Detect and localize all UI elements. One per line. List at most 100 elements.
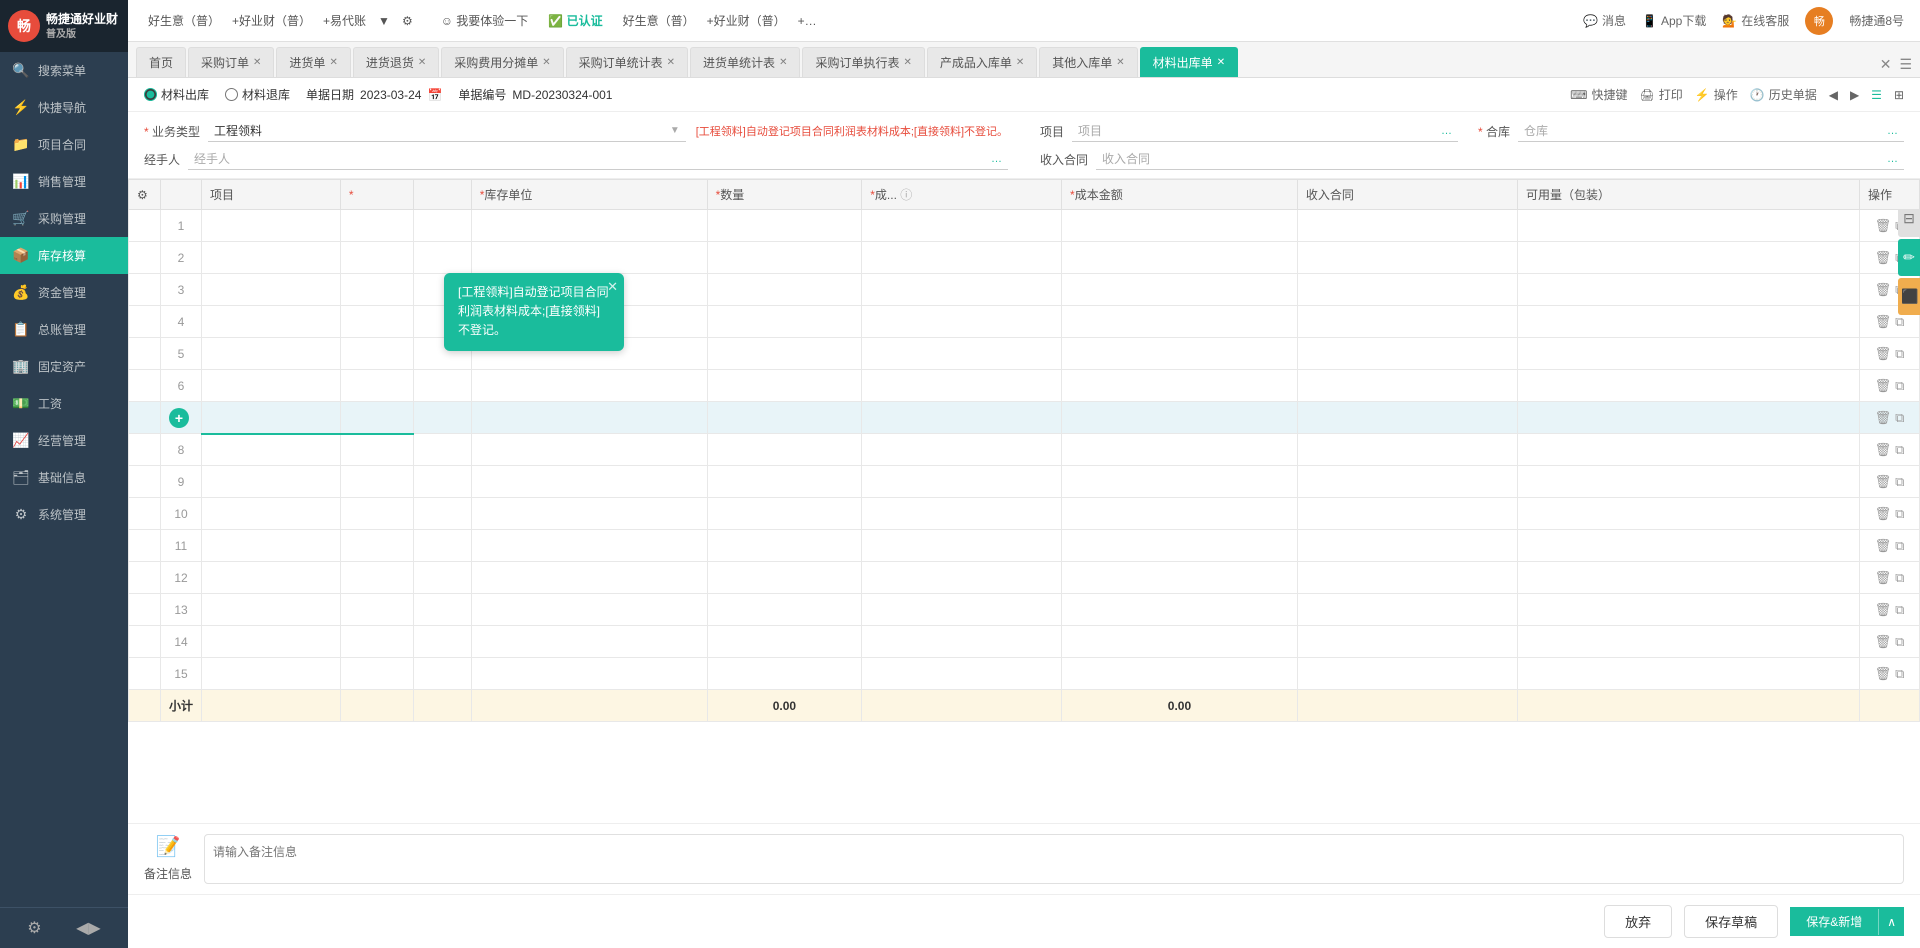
topbar-link2-haoshengyi[interactable]: 好生意（普） xyxy=(619,10,699,31)
topbar-settings-icon[interactable]: ⚙ xyxy=(398,12,417,30)
table-cell[interactable] xyxy=(1062,242,1298,274)
sidebar-item-sales[interactable]: 📊 销售管理 xyxy=(0,163,128,200)
app-download-button[interactable]: 📱 App下载 xyxy=(1642,12,1706,29)
table-cell[interactable] xyxy=(340,658,413,690)
table-cell[interactable] xyxy=(471,658,707,690)
info-icon[interactable]: ⓘ xyxy=(900,188,912,202)
copy-row-icon[interactable]: ⧉ xyxy=(1895,474,1904,490)
online-service-button[interactable]: 💁 在线客服 xyxy=(1722,12,1789,29)
delete-row-icon[interactable]: 🗑 xyxy=(1875,666,1892,682)
tab-incoming-stat[interactable]: 进货单统计表 ✕ xyxy=(690,47,800,77)
table-cell[interactable] xyxy=(471,210,707,242)
table-cell[interactable] xyxy=(862,306,1062,338)
table-cell[interactable] xyxy=(340,466,413,498)
copy-row-icon[interactable]: ⧉ xyxy=(1895,346,1904,362)
topbar-dropdown-arrow[interactable]: ▼ xyxy=(374,12,394,30)
tab-home[interactable]: 首页 xyxy=(136,47,186,77)
table-cell[interactable] xyxy=(414,562,472,594)
tab-close-icon[interactable]: ✕ xyxy=(329,57,337,68)
sidebar-item-project[interactable]: 📁 项目合同 xyxy=(0,126,128,163)
table-cell[interactable] xyxy=(202,434,341,466)
business-type-value[interactable]: 工程领料 ▼ xyxy=(208,120,686,142)
copy-row-icon[interactable]: ⧉ xyxy=(1895,602,1904,618)
settings-icon[interactable]: ⚙ xyxy=(27,918,41,938)
save-new-button[interactable]: 保存&新增 ∧ xyxy=(1790,907,1904,936)
table-cell[interactable] xyxy=(471,402,707,434)
table-cell[interactable] xyxy=(414,242,472,274)
date-value[interactable]: 2023-03-24 xyxy=(360,88,421,102)
tab-incoming[interactable]: 进货单 ✕ xyxy=(276,47,350,77)
tab-close-icon[interactable]: ✕ xyxy=(1116,57,1124,68)
delete-row-icon[interactable]: 🗑 xyxy=(1875,250,1892,266)
copy-row-icon[interactable]: ⧉ xyxy=(1895,506,1904,522)
nav-next-icon[interactable]: ▶ xyxy=(1850,88,1859,102)
table-cell[interactable] xyxy=(1297,274,1517,306)
table-cell[interactable] xyxy=(1062,626,1298,658)
table-cell[interactable] xyxy=(707,626,862,658)
sidebar-item-purchase[interactable]: 🛒 采购管理 xyxy=(0,200,128,237)
table-cell[interactable] xyxy=(202,338,341,370)
table-cell[interactable] xyxy=(1297,338,1517,370)
table-cell[interactable] xyxy=(1517,242,1859,274)
table-cell[interactable] xyxy=(414,402,472,434)
table-cell[interactable] xyxy=(1517,466,1859,498)
table-cell[interactable] xyxy=(340,274,413,306)
table-cell[interactable] xyxy=(414,210,472,242)
tooltip-close-icon[interactable]: ✕ xyxy=(607,277,618,298)
delete-row-icon[interactable]: 🗑 xyxy=(1875,634,1892,650)
view-grid-icon[interactable]: ⊞ xyxy=(1894,88,1904,102)
tab-close-icon[interactable]: ✕ xyxy=(1016,57,1024,68)
table-cell[interactable] xyxy=(340,594,413,626)
tab-close-all-icon[interactable]: ✕ xyxy=(1880,56,1892,73)
table-cell[interactable] xyxy=(202,594,341,626)
tab-close-icon[interactable]: ✕ xyxy=(253,57,261,68)
topbar-link-haoshengyi[interactable]: 好生意（普） xyxy=(144,10,224,31)
table-cell[interactable] xyxy=(340,498,413,530)
delete-row-icon[interactable]: 🗑 xyxy=(1875,282,1892,298)
table-cell[interactable] xyxy=(707,242,862,274)
sidebar-item-quick[interactable]: ⚡ 快捷导航 xyxy=(0,89,128,126)
table-cell[interactable] xyxy=(414,658,472,690)
tab-close-icon[interactable]: ✕ xyxy=(667,57,675,68)
print-button[interactable]: 🖨 打印 xyxy=(1640,86,1683,103)
delete-row-icon[interactable]: 🗑 xyxy=(1875,442,1892,458)
table-cell[interactable] xyxy=(471,434,707,466)
table-cell[interactable] xyxy=(471,530,707,562)
table-cell[interactable] xyxy=(1297,434,1517,466)
table-cell[interactable] xyxy=(1062,210,1298,242)
copy-row-icon[interactable]: ⧉ xyxy=(1895,570,1904,586)
discard-button[interactable]: 放弃 xyxy=(1604,905,1672,938)
table-cell[interactable] xyxy=(862,434,1062,466)
table-cell[interactable] xyxy=(340,402,413,434)
right-tool-3[interactable]: ⬛ xyxy=(1898,278,1920,315)
table-cell[interactable] xyxy=(1062,402,1298,434)
table-cell[interactable] xyxy=(1062,530,1298,562)
radio-material-out[interactable]: 材料出库 xyxy=(144,86,209,103)
copy-row-icon[interactable]: ⧉ xyxy=(1895,314,1904,330)
tab-close-icon[interactable]: ✕ xyxy=(1217,57,1225,68)
table-cell[interactable] xyxy=(340,530,413,562)
topbar-experience[interactable]: ☺ 我要体验一下 xyxy=(437,10,533,31)
table-cell[interactable] xyxy=(1297,306,1517,338)
table-cell[interactable] xyxy=(862,242,1062,274)
table-cell[interactable] xyxy=(1517,626,1859,658)
topbar-link2-more[interactable]: +… xyxy=(794,12,821,30)
nav-prev-icon[interactable]: ◀ xyxy=(1829,88,1838,102)
tab-close-icon[interactable]: ✕ xyxy=(779,57,787,68)
table-cell[interactable] xyxy=(1297,210,1517,242)
delete-row-icon[interactable]: 🗑 xyxy=(1875,314,1892,330)
table-cell[interactable] xyxy=(862,594,1062,626)
table-cell[interactable] xyxy=(1297,658,1517,690)
right-tool-2[interactable]: ✏ xyxy=(1898,239,1920,276)
table-cell[interactable] xyxy=(862,466,1062,498)
table-cell[interactable] xyxy=(1297,562,1517,594)
table-cell[interactable] xyxy=(862,370,1062,402)
shortcut-button[interactable]: ⌨ 快捷键 xyxy=(1570,86,1627,103)
table-cell[interactable] xyxy=(1297,402,1517,434)
warehouse-more-icon[interactable]: … xyxy=(1887,125,1898,137)
table-cell[interactable] xyxy=(471,626,707,658)
table-cell[interactable] xyxy=(862,210,1062,242)
table-cell[interactable] xyxy=(471,594,707,626)
table-cell[interactable] xyxy=(862,562,1062,594)
table-cell[interactable] xyxy=(414,626,472,658)
